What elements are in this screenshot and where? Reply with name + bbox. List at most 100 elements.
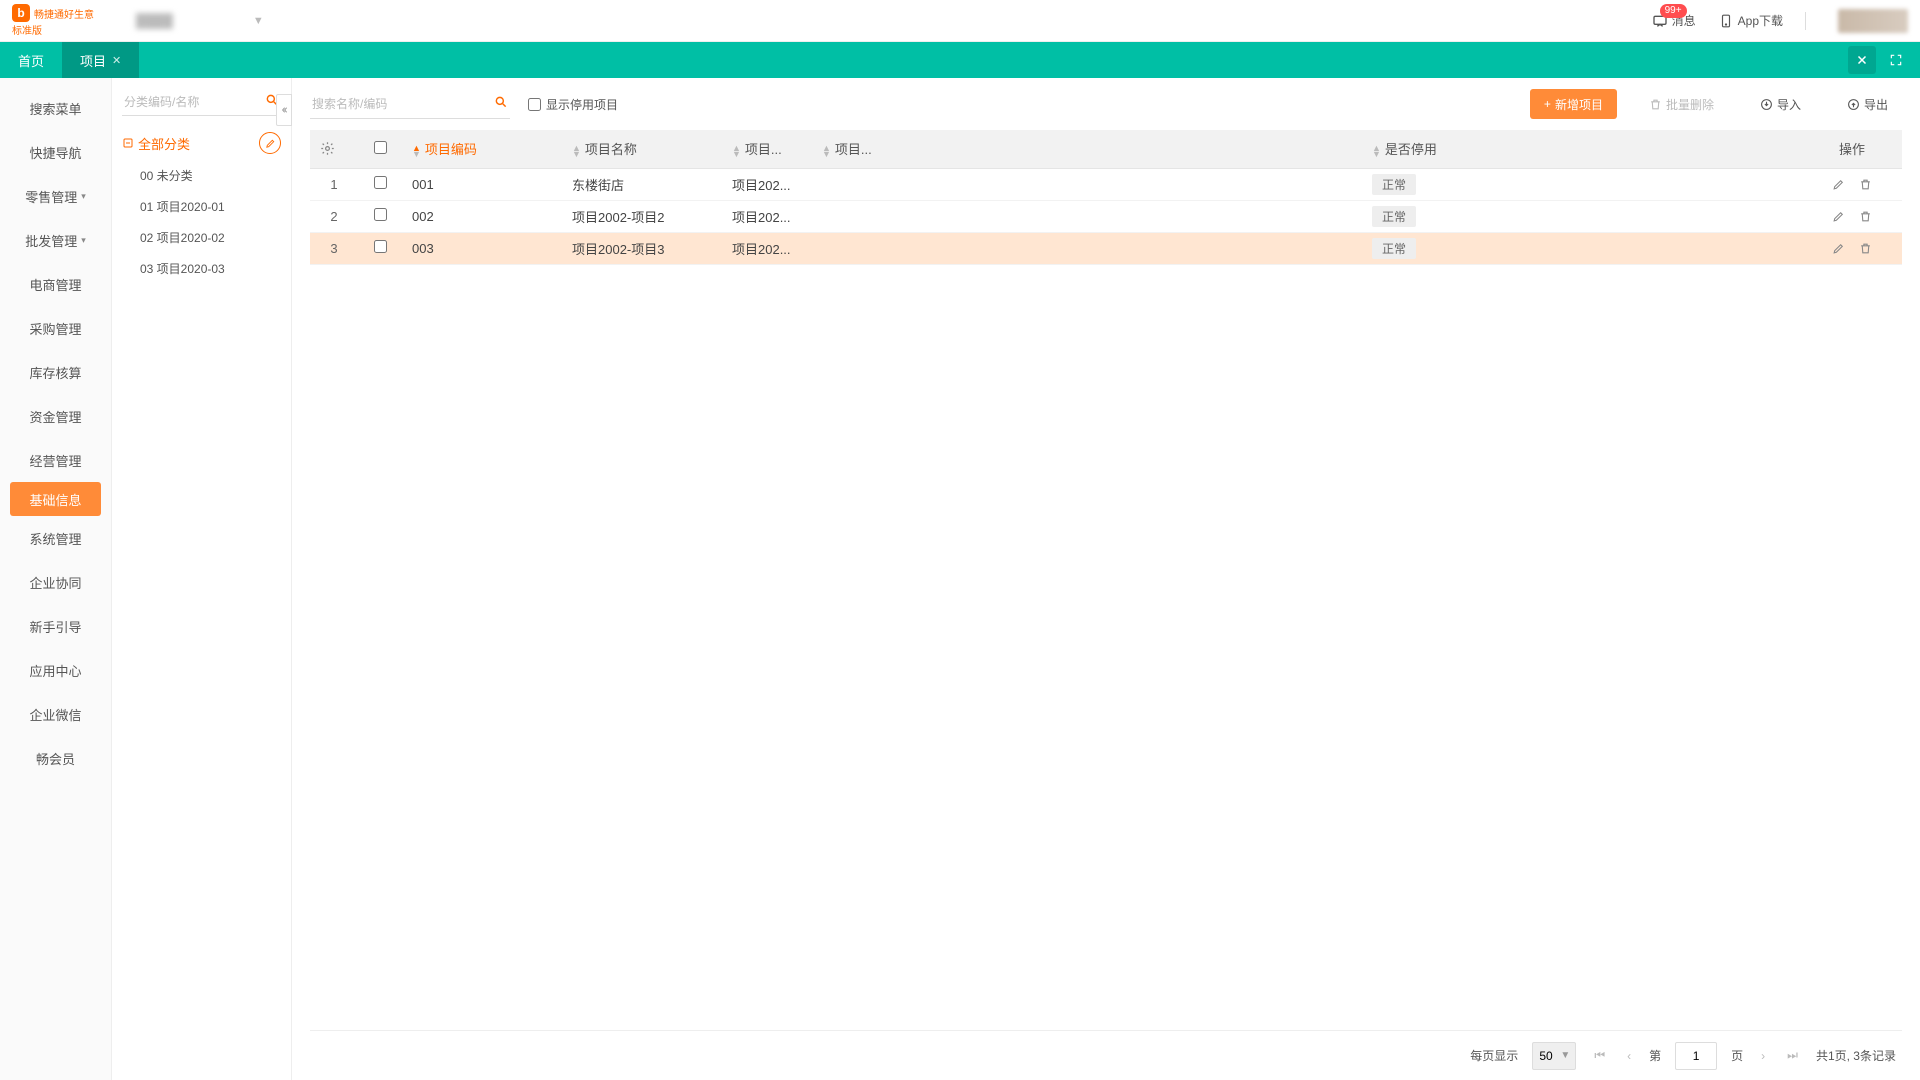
table-row[interactable]: 2002项目2002-项目2项目202...正常 — [310, 200, 1902, 232]
table-row[interactable]: 1001东楼街店项目202...正常 — [310, 168, 1902, 200]
column-settings[interactable] — [310, 130, 358, 168]
sidebar-item-label: 企业协同 — [29, 573, 81, 592]
sidebar-item-label: 应用中心 — [29, 661, 81, 680]
import-icon — [1760, 98, 1773, 111]
cell-c3: 项目202... — [722, 200, 812, 232]
pencil-icon — [1832, 242, 1845, 255]
row-index: 2 — [310, 200, 358, 232]
row-checkbox-cell — [358, 168, 402, 200]
sidebar-item-label: 新手引导 — [29, 617, 81, 636]
sidebar-item-电商管理[interactable]: 电商管理 — [0, 262, 111, 306]
sidebar-item-系统管理[interactable]: 系统管理 — [0, 516, 111, 560]
sidebar-item-批发管理[interactable]: 批发管理▾ — [0, 218, 111, 262]
row-checkbox[interactable] — [374, 208, 387, 221]
tree-root-node[interactable]: 全部分类 — [122, 134, 190, 153]
per-page-select[interactable]: 50 — [1532, 1042, 1576, 1070]
last-page-button[interactable]: ⏭ — [1783, 1048, 1802, 1063]
cell-code: 002 — [402, 200, 562, 232]
sidebar-item-新手引导[interactable]: 新手引导 — [0, 604, 111, 648]
sidebar-item-label: 基础信息 — [29, 490, 81, 509]
search-icon[interactable] — [494, 95, 508, 109]
edit-row-button[interactable] — [1832, 178, 1845, 191]
tree-node[interactable]: 00 未分类 — [140, 160, 281, 191]
import-button[interactable]: 导入 — [1746, 89, 1815, 119]
first-page-button[interactable]: ⏮ — [1590, 1048, 1609, 1063]
collapse-tree-button[interactable] — [276, 94, 292, 126]
batch-delete-button: 批量删除 — [1635, 89, 1728, 119]
sidebar-item-企业协同[interactable]: 企业协同 — [0, 560, 111, 604]
search-input[interactable] — [310, 89, 510, 119]
column-col4[interactable]: ▲▼项目... — [812, 130, 902, 168]
user-avatar[interactable] — [1838, 9, 1908, 33]
tab-首页[interactable]: 首页 — [0, 42, 62, 78]
plus-icon: + — [1544, 97, 1551, 111]
cell-status: 正常 — [1362, 200, 1802, 232]
cell-c4 — [812, 200, 902, 232]
table-row[interactable]: 3003项目2002-项目3项目202...正常 — [310, 232, 1902, 264]
delete-row-button[interactable] — [1859, 178, 1872, 191]
edit-row-button[interactable] — [1832, 242, 1845, 255]
fullscreen-button[interactable] — [1882, 46, 1910, 74]
sidebar-item-搜索菜单[interactable]: 搜索菜单 — [0, 86, 111, 130]
sidebar-item-快捷导航[interactable]: 快捷导航 — [0, 130, 111, 174]
tree-node[interactable]: 01 项目2020-01 — [140, 191, 281, 222]
new-item-button[interactable]: + 新增项目 — [1530, 89, 1617, 119]
row-checkbox[interactable] — [374, 240, 387, 253]
prev-page-button[interactable]: ‹ — [1623, 1049, 1635, 1063]
show-disabled-checkbox[interactable]: 显示停用项目 — [528, 96, 618, 113]
column-code[interactable]: ▲▼项目编码 — [402, 130, 562, 168]
delete-row-button[interactable] — [1859, 242, 1872, 255]
data-table: ▲▼项目编码 ▲▼项目名称 ▲▼项目... ▲▼项目... — [310, 130, 1902, 265]
sidebar-item-库存核算[interactable]: 库存核算 — [0, 350, 111, 394]
download-label: App下载 — [1738, 12, 1783, 29]
trash-icon — [1649, 98, 1662, 111]
status-badge: 正常 — [1372, 206, 1416, 227]
sidebar-item-label: 快捷导航 — [29, 143, 81, 162]
edit-tree-button[interactable] — [259, 132, 281, 154]
messages-button[interactable]: 消息 99+ — [1652, 12, 1696, 29]
export-button[interactable]: 导出 — [1833, 89, 1902, 119]
app-download-button[interactable]: App下载 — [1718, 12, 1783, 29]
delete-row-button[interactable] — [1859, 210, 1872, 223]
select-all-checkbox[interactable] — [374, 141, 387, 154]
sidebar-item-企业微信[interactable]: 企业微信 — [0, 692, 111, 736]
minus-square-icon — [122, 137, 134, 149]
trash-icon — [1859, 242, 1872, 255]
edit-row-button[interactable] — [1832, 210, 1845, 223]
close-tab-button[interactable] — [1848, 46, 1876, 74]
sidebar-item-资金管理[interactable]: 资金管理 — [0, 394, 111, 438]
tab-项目[interactable]: 项目✕ — [62, 42, 139, 78]
caret-down-icon: ▾ — [81, 191, 86, 202]
brand-logo: b 畅捷通好生意 标准版 — [12, 4, 112, 37]
sidebar-item-畅会员[interactable]: 畅会员 — [0, 736, 111, 780]
divider — [1805, 12, 1806, 30]
column-status[interactable]: ▲▼是否停用 — [1362, 130, 1802, 168]
pencil-icon — [1832, 178, 1845, 191]
pagination: 每页显示 50 ▼ ⏮ ‹ 第 页 › ⏭ 共1页, 3条记录 — [310, 1030, 1902, 1080]
cell-code: 001 — [402, 168, 562, 200]
tree-search-input[interactable] — [122, 88, 281, 116]
phone-icon — [1718, 13, 1734, 29]
tree-node[interactable]: 03 项目2020-03 — [140, 253, 281, 284]
logo-icon: b — [12, 4, 30, 22]
row-checkbox[interactable] — [374, 176, 387, 189]
column-col3[interactable]: ▲▼项目... — [722, 130, 812, 168]
sidebar-item-经营管理[interactable]: 经营管理 — [0, 438, 111, 482]
column-name[interactable]: ▲▼项目名称 — [562, 130, 722, 168]
brand-top-text: 畅捷通好生意 — [34, 6, 94, 21]
tree-node[interactable]: 02 项目2020-02 — [140, 222, 281, 253]
tenant-selector[interactable]: ████ ▼ — [136, 13, 264, 28]
sidebar-item-零售管理[interactable]: 零售管理▾ — [0, 174, 111, 218]
app-header: b 畅捷通好生意 标准版 ████ ▼ 消息 99+ App下载 — [0, 0, 1920, 42]
sidebar-item-label: 企业微信 — [29, 705, 81, 724]
sidebar-item-应用中心[interactable]: 应用中心 — [0, 648, 111, 692]
show-disabled-input[interactable] — [528, 98, 541, 111]
sidebar-nav: 搜索菜单快捷导航零售管理▾批发管理▾ 电商管理采购管理库存核算资金管理经营管理基础… — [0, 78, 112, 1080]
page-input[interactable] — [1675, 1042, 1717, 1070]
sidebar-item-label: 电商管理 — [29, 275, 81, 294]
sidebar-item-基础信息[interactable]: 基础信息 — [10, 482, 101, 516]
cell-status: 正常 — [1362, 168, 1802, 200]
next-page-button[interactable]: › — [1757, 1049, 1769, 1063]
sidebar-item-采购管理[interactable]: 采购管理 — [0, 306, 111, 350]
close-icon[interactable]: ✕ — [112, 54, 121, 67]
